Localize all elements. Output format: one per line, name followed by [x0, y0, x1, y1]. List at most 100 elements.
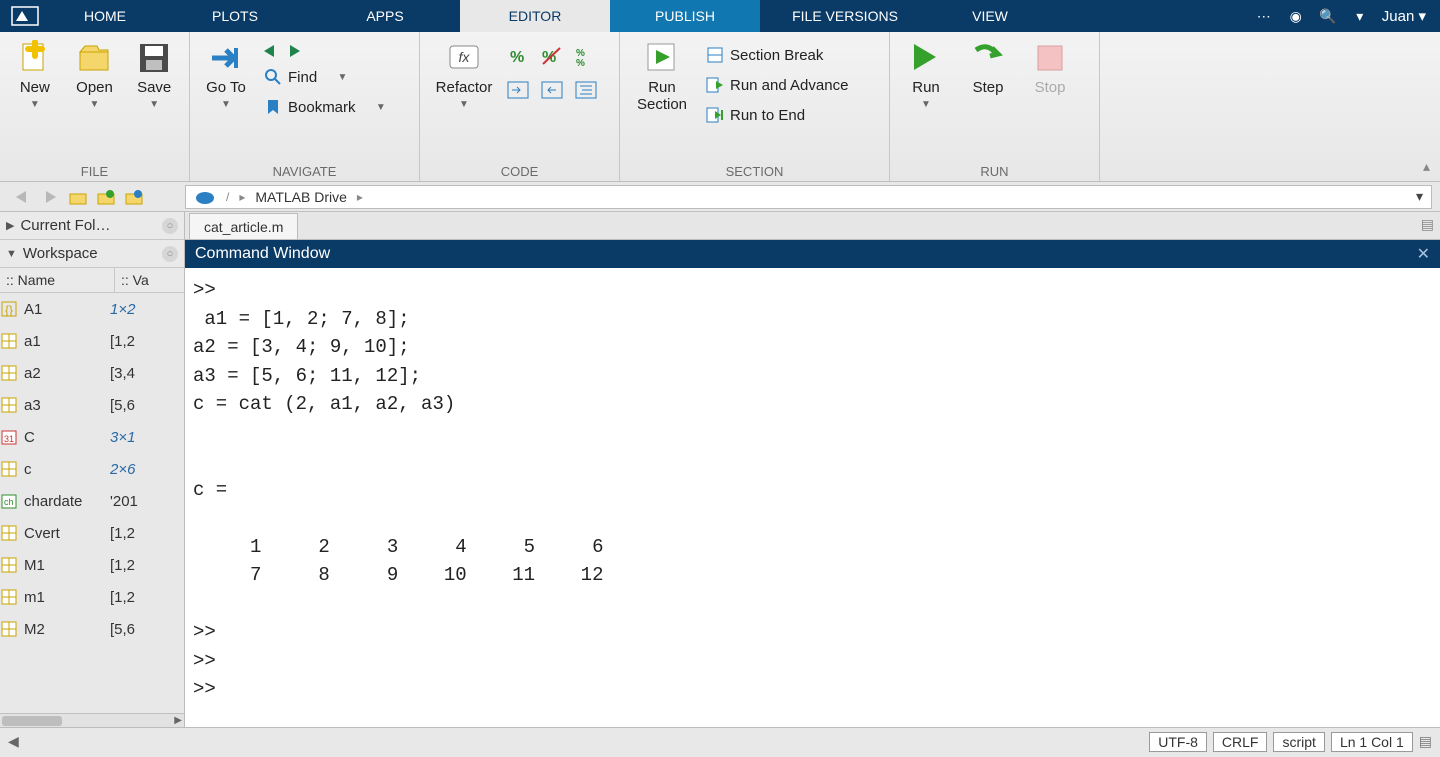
workspace-hscrollbar[interactable]: ▶ — [0, 713, 184, 727]
ribbon-group-file: New▼ Open▼ Save▼ FILE — [0, 32, 190, 181]
var-name: chardate — [22, 493, 110, 510]
nav-back-icon[interactable] — [260, 42, 280, 60]
outdent-icon[interactable] — [540, 78, 570, 108]
chevron-right-icon: ▸ — [357, 190, 363, 204]
bookmark-button[interactable]: Bookmark ▼ — [260, 94, 390, 120]
command-window-header: Command Window ✕ — [185, 240, 1440, 268]
status-cursor-pos[interactable]: Ln 1 Col 1 — [1331, 732, 1413, 752]
group-label-section: SECTION — [628, 162, 881, 179]
workspace-list: {}A11×2a1[1,2a2[3,4a3[5,631C3×1c2×6chcha… — [0, 293, 184, 713]
tab-view[interactable]: VIEW — [930, 0, 1050, 32]
nav-forward-button[interactable] — [40, 188, 60, 206]
workspace-row[interactable]: m1[1,2 — [0, 581, 184, 613]
var-value: [1,2 — [110, 525, 184, 542]
circle-icon[interactable]: ◉ — [1286, 8, 1306, 25]
var-type-icon — [0, 396, 22, 414]
command-window-body[interactable]: >> a1 = [1, 2; 7, 8]; a2 = [3, 4; 9, 10]… — [185, 268, 1440, 727]
run-advance-label: Run and Advance — [730, 77, 848, 94]
breadcrumb-dropdown-icon[interactable]: ▾ — [1416, 188, 1423, 205]
tab-apps[interactable]: APPS — [310, 0, 460, 32]
nav-back-forward — [260, 42, 390, 60]
var-name: Cvert — [22, 525, 110, 542]
run-section-label: Run Section — [637, 80, 687, 113]
search-dropdown-icon[interactable]: ▾ — [1350, 8, 1370, 25]
smart-indent-icon[interactable] — [574, 78, 604, 108]
workspace-row[interactable]: a2[3,4 — [0, 357, 184, 389]
open-button[interactable]: Open▼ — [68, 38, 122, 110]
tab-editor[interactable]: EDITOR — [460, 0, 610, 32]
status-menu-icon[interactable]: ▤ — [1419, 733, 1432, 750]
status-left: ◀ — [8, 733, 19, 750]
tab-publish[interactable]: PUBLISH — [610, 0, 760, 32]
status-encoding[interactable]: UTF-8 — [1149, 732, 1207, 752]
tab-home[interactable]: HOME — [50, 0, 160, 32]
run-icon — [908, 40, 944, 76]
var-name: A1 — [22, 301, 110, 318]
comment-icon[interactable]: % — [506, 44, 536, 74]
run-button[interactable]: Run▼ — [898, 38, 954, 110]
var-type-icon — [0, 524, 22, 542]
panel-close-icon[interactable]: ○ — [162, 218, 178, 234]
workspace-row[interactable]: {}A11×2 — [0, 293, 184, 325]
ribbon-spacer: ▴ — [1100, 32, 1440, 181]
ribbon-group-code: fx Refactor▼ % % %% CODE — [420, 32, 620, 181]
run-section-icon — [644, 40, 680, 76]
status-filetype[interactable]: script — [1273, 732, 1324, 752]
nav-back-button[interactable] — [12, 188, 32, 206]
new-icon — [17, 40, 53, 76]
breadcrumb-drive[interactable]: MATLAB Drive — [255, 189, 347, 205]
tab-plots[interactable]: PLOTS — [160, 0, 310, 32]
var-value: [1,2 — [110, 589, 184, 606]
workspace-row[interactable]: a1[1,2 — [0, 325, 184, 357]
open-icon — [77, 40, 113, 76]
search-icon[interactable]: 🔍 — [1318, 8, 1338, 25]
step-button[interactable]: Step — [960, 38, 1016, 97]
folder-up-icon[interactable] — [68, 188, 88, 206]
section-break-button[interactable]: Section Break — [702, 42, 852, 68]
scroll-left-icon[interactable]: ◀ — [8, 733, 19, 750]
svg-text:31: 31 — [4, 434, 14, 444]
workspace-row[interactable]: 31C3×1 — [0, 421, 184, 453]
editor-tab[interactable]: cat_article.m — [189, 213, 298, 239]
goto-button[interactable]: Go To▼ — [198, 38, 254, 110]
folder-cloud-icon[interactable] — [124, 188, 144, 206]
workspace-row[interactable]: Cvert[1,2 — [0, 517, 184, 549]
var-name: c — [22, 461, 110, 478]
editor-tab-menu-icon[interactable]: ▤ — [1421, 216, 1434, 233]
indent-icon[interactable] — [506, 78, 536, 108]
breadcrumb[interactable]: / ▸ MATLAB Drive ▸ ▾ — [185, 185, 1432, 209]
var-value: [5,6 — [110, 397, 184, 414]
run-advance-button[interactable]: Run and Advance — [702, 72, 852, 98]
panel-close-icon[interactable]: ○ — [162, 246, 178, 262]
user-menu[interactable]: Juan ▾ — [1382, 7, 1426, 25]
stop-button[interactable]: Stop — [1022, 38, 1078, 97]
wrap-comment-icon[interactable]: %% — [574, 44, 604, 74]
ws-col-value[interactable]: :: Va — [115, 268, 184, 292]
workspace-row[interactable]: chchardate'201 — [0, 485, 184, 517]
folder-refresh-icon[interactable] — [96, 188, 116, 206]
status-eol[interactable]: CRLF — [1213, 732, 1268, 752]
ribbon-group-run: Run▼ Step Stop RUN — [890, 32, 1100, 181]
current-folder-panel-header[interactable]: ▶ Current Fol… ○ — [0, 212, 184, 240]
uncomment-icon[interactable]: % — [540, 44, 570, 74]
command-window-close-icon[interactable]: ✕ — [1417, 244, 1430, 264]
collapse-ribbon-icon[interactable]: ▴ — [1423, 158, 1430, 175]
find-button[interactable]: Find ▼ — [260, 64, 390, 90]
save-button[interactable]: Save▼ — [127, 38, 181, 110]
run-section-button[interactable]: Run Section — [628, 38, 696, 113]
tab-file-versions[interactable]: FILE VERSIONS — [760, 0, 930, 32]
run-to-end-button[interactable]: Run to End — [702, 102, 852, 128]
workspace-row[interactable]: M1[1,2 — [0, 549, 184, 581]
nav-forward-icon[interactable] — [284, 42, 304, 60]
ws-col-name[interactable]: :: Name — [0, 268, 115, 292]
run-to-end-label: Run to End — [730, 107, 805, 124]
workspace-header: :: Name :: Va — [0, 268, 184, 293]
workspace-row[interactable]: c2×6 — [0, 453, 184, 485]
refactor-button[interactable]: fx Refactor▼ — [428, 38, 500, 110]
new-button[interactable]: New▼ — [8, 38, 62, 110]
workspace-row[interactable]: M2[5,6 — [0, 613, 184, 645]
var-name: M2 — [22, 621, 110, 638]
workspace-row[interactable]: a3[5,6 — [0, 389, 184, 421]
workspace-panel-header[interactable]: ▼ Workspace ○ — [0, 240, 184, 268]
more-icon[interactable]: ⋯ — [1254, 8, 1274, 25]
